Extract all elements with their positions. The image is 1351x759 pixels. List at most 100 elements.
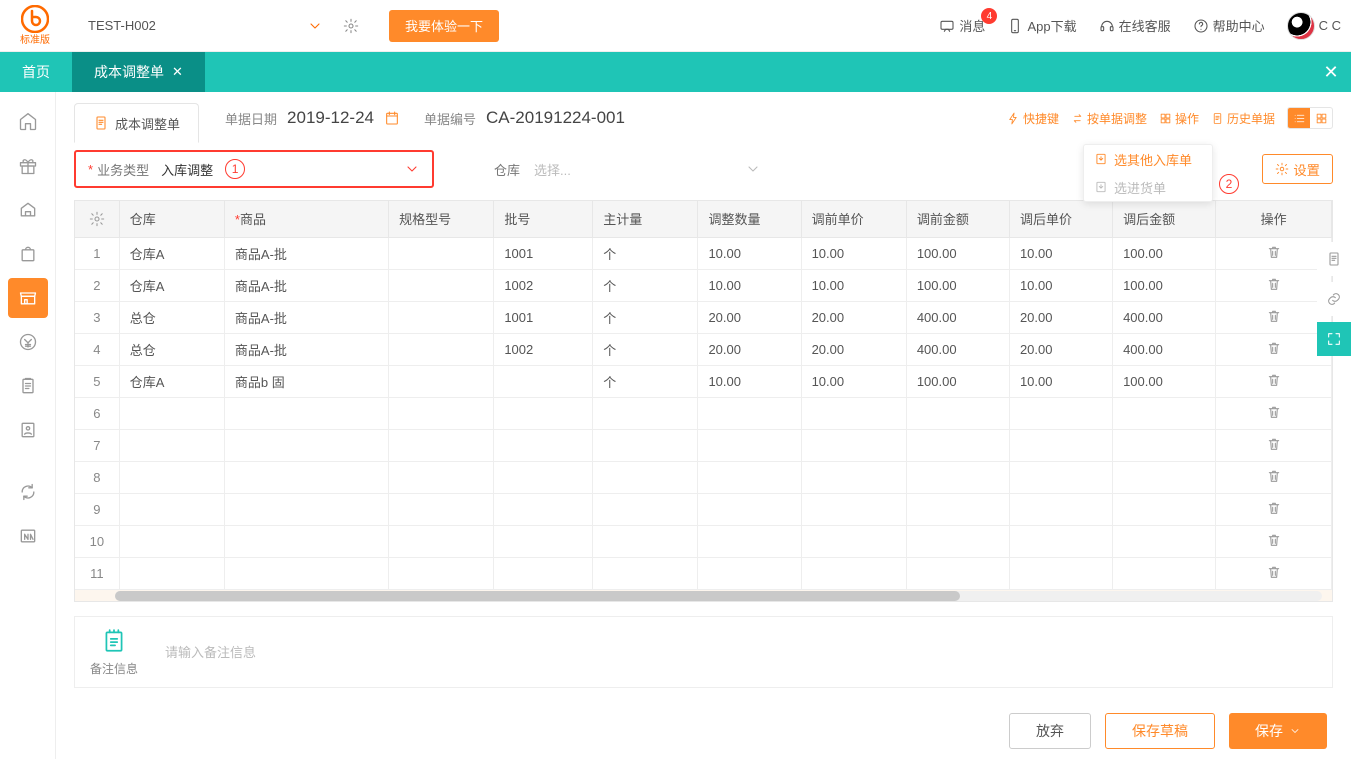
rail-doc-icon[interactable] (1317, 242, 1351, 276)
th-after-price: 调后单价 (1009, 201, 1112, 237)
org-selector[interactable]: TEST-H002 (78, 10, 333, 42)
doc-date-label: 单据日期 (225, 109, 277, 128)
warehouse-select[interactable]: 仓库 选择... (494, 160, 761, 179)
table-row[interactable]: 10 (75, 525, 1332, 557)
delete-row-icon[interactable] (1266, 468, 1282, 484)
action-history-label: 历史单据 (1227, 110, 1275, 127)
nav-inventory-icon[interactable] (8, 278, 48, 318)
nav-new-icon[interactable] (8, 516, 48, 556)
save-button[interactable]: 保存 (1229, 713, 1327, 749)
delete-row-icon[interactable] (1266, 372, 1282, 388)
rail-link-icon[interactable] (1317, 282, 1351, 316)
chevron-down-icon (307, 18, 323, 34)
remark-label: 备注信息 (90, 660, 138, 677)
settings-icon[interactable] (343, 18, 359, 34)
tab-cost-adjust[interactable]: 成本调整单 ✕ (72, 52, 205, 92)
th-qty: 调整数量 (698, 201, 801, 237)
dropdown-purchase-bill: 选进货单 (1084, 173, 1212, 201)
remark-section: 备注信息 (74, 616, 1333, 688)
messages-link[interactable]: 消息 4 (939, 16, 985, 35)
table-row[interactable]: 7 (75, 429, 1332, 461)
warehouse-label: 仓库 (494, 160, 520, 179)
nav-sync-icon[interactable] (8, 472, 48, 512)
delete-row-icon[interactable] (1266, 436, 1282, 452)
th-spec: 规格型号 (389, 201, 494, 237)
table-row[interactable]: 1仓库A商品A-批1001个10.0010.00100.0010.00100.0… (75, 237, 1332, 269)
org-value: TEST-H002 (88, 18, 156, 33)
delete-row-icon[interactable] (1266, 532, 1282, 548)
nav-purchase-icon[interactable] (8, 190, 48, 230)
th-unit: 主计量 (593, 201, 698, 237)
tab-active-label: 成本调整单 (94, 62, 164, 82)
action-shortcut[interactable]: 快捷键 (1007, 110, 1059, 127)
settings-button[interactable]: 设置 (1262, 154, 1333, 184)
th-gear[interactable] (75, 201, 119, 237)
table-row[interactable]: 9 (75, 493, 1332, 525)
annotation-2: 2 (1219, 174, 1239, 194)
tab-home[interactable]: 首页 (0, 52, 72, 92)
table-row[interactable]: 4总仓商品A-批1002个20.0020.00400.0020.00400.00 (75, 333, 1332, 365)
delete-row-icon[interactable] (1266, 276, 1282, 292)
delete-row-icon[interactable] (1266, 340, 1282, 356)
nav-finance-icon[interactable] (8, 322, 48, 362)
th-batch: 批号 (494, 201, 593, 237)
delete-row-icon[interactable] (1266, 244, 1282, 260)
tabs-close-all[interactable]: ✕ (1311, 52, 1351, 92)
online-service-link[interactable]: 在线客服 (1099, 16, 1171, 35)
close-icon[interactable]: ✕ (172, 64, 183, 80)
action-operate-label: 操作 (1175, 110, 1199, 127)
try-button[interactable]: 我要体验一下 (389, 10, 499, 42)
table-row[interactable]: 11 (75, 557, 1332, 589)
messages-badge: 4 (981, 8, 997, 24)
help-center-link[interactable]: 帮助中心 (1193, 16, 1265, 35)
nav-home-icon[interactable] (8, 102, 48, 142)
doc-type-tab[interactable]: 成本调整单 (74, 103, 199, 143)
nav-gift-icon[interactable] (8, 146, 48, 186)
headset-icon (1099, 18, 1115, 34)
settings-label: 设置 (1293, 160, 1320, 179)
delete-row-icon[interactable] (1266, 308, 1282, 324)
th-op: 操作 (1216, 201, 1332, 237)
app-download-link[interactable]: App下载 (1007, 16, 1076, 35)
table-row[interactable]: 8 (75, 461, 1332, 493)
action-history[interactable]: 历史单据 (1211, 110, 1275, 127)
nav-report-icon[interactable] (8, 366, 48, 406)
table-row[interactable]: 2仓库A商品A-批1002个10.0010.00100.0010.00100.0… (75, 269, 1332, 301)
delete-row-icon[interactable] (1266, 404, 1282, 420)
horizontal-scrollbar[interactable] (115, 591, 1322, 601)
annotation-1: 1 (225, 159, 245, 179)
brand-logo: 标准版 (10, 5, 60, 46)
rail-expand-icon[interactable] (1317, 322, 1351, 356)
user-name: C C (1319, 18, 1341, 33)
user-menu[interactable]: C C (1287, 12, 1341, 40)
doc-date-value[interactable]: 2019-12-24 (287, 108, 374, 128)
view-grid-icon[interactable] (1310, 108, 1332, 128)
save-draft-button[interactable]: 保存草稿 (1105, 713, 1215, 749)
th-warehouse: 仓库 (119, 201, 224, 237)
brand-sub: 标准版 (20, 31, 50, 46)
action-per-bill[interactable]: 按单据调整 (1071, 110, 1147, 127)
calendar-icon[interactable] (384, 110, 400, 126)
required-marker: * (88, 162, 93, 177)
side-nav (0, 92, 56, 759)
biz-type-select[interactable]: * 业务类型 入库调整 1 (74, 150, 434, 188)
remark-input[interactable] (153, 617, 1332, 687)
dropdown-opt2-label: 选进货单 (1114, 178, 1166, 197)
table-row[interactable]: 5仓库A商品b 固个10.0010.00100.0010.00100.00 (75, 365, 1332, 397)
nav-customer-icon[interactable] (8, 410, 48, 450)
dropdown-other-inbound[interactable]: 选其他入库单 (1084, 145, 1212, 173)
data-table: 仓库 *商品 规格型号 批号 主计量 调整数量 调前单价 调前金额 调后单价 调… (74, 200, 1333, 602)
action-operate[interactable]: 操作 (1159, 110, 1199, 127)
delete-row-icon[interactable] (1266, 500, 1282, 516)
action-shortcut-label: 快捷键 (1023, 110, 1059, 127)
nav-sale-icon[interactable] (8, 234, 48, 274)
delete-row-icon[interactable] (1266, 564, 1282, 580)
table-row[interactable]: 3总仓商品A-批1001个20.0020.00400.0020.00400.00 (75, 301, 1332, 333)
view-list-icon[interactable] (1288, 108, 1310, 128)
discard-button[interactable]: 放弃 (1009, 713, 1091, 749)
view-toggle (1287, 107, 1333, 129)
help-icon (1193, 18, 1209, 34)
table-row[interactable]: 6 (75, 397, 1332, 429)
chevron-down-icon (404, 161, 420, 177)
doc-type-label: 成本调整单 (115, 114, 180, 133)
